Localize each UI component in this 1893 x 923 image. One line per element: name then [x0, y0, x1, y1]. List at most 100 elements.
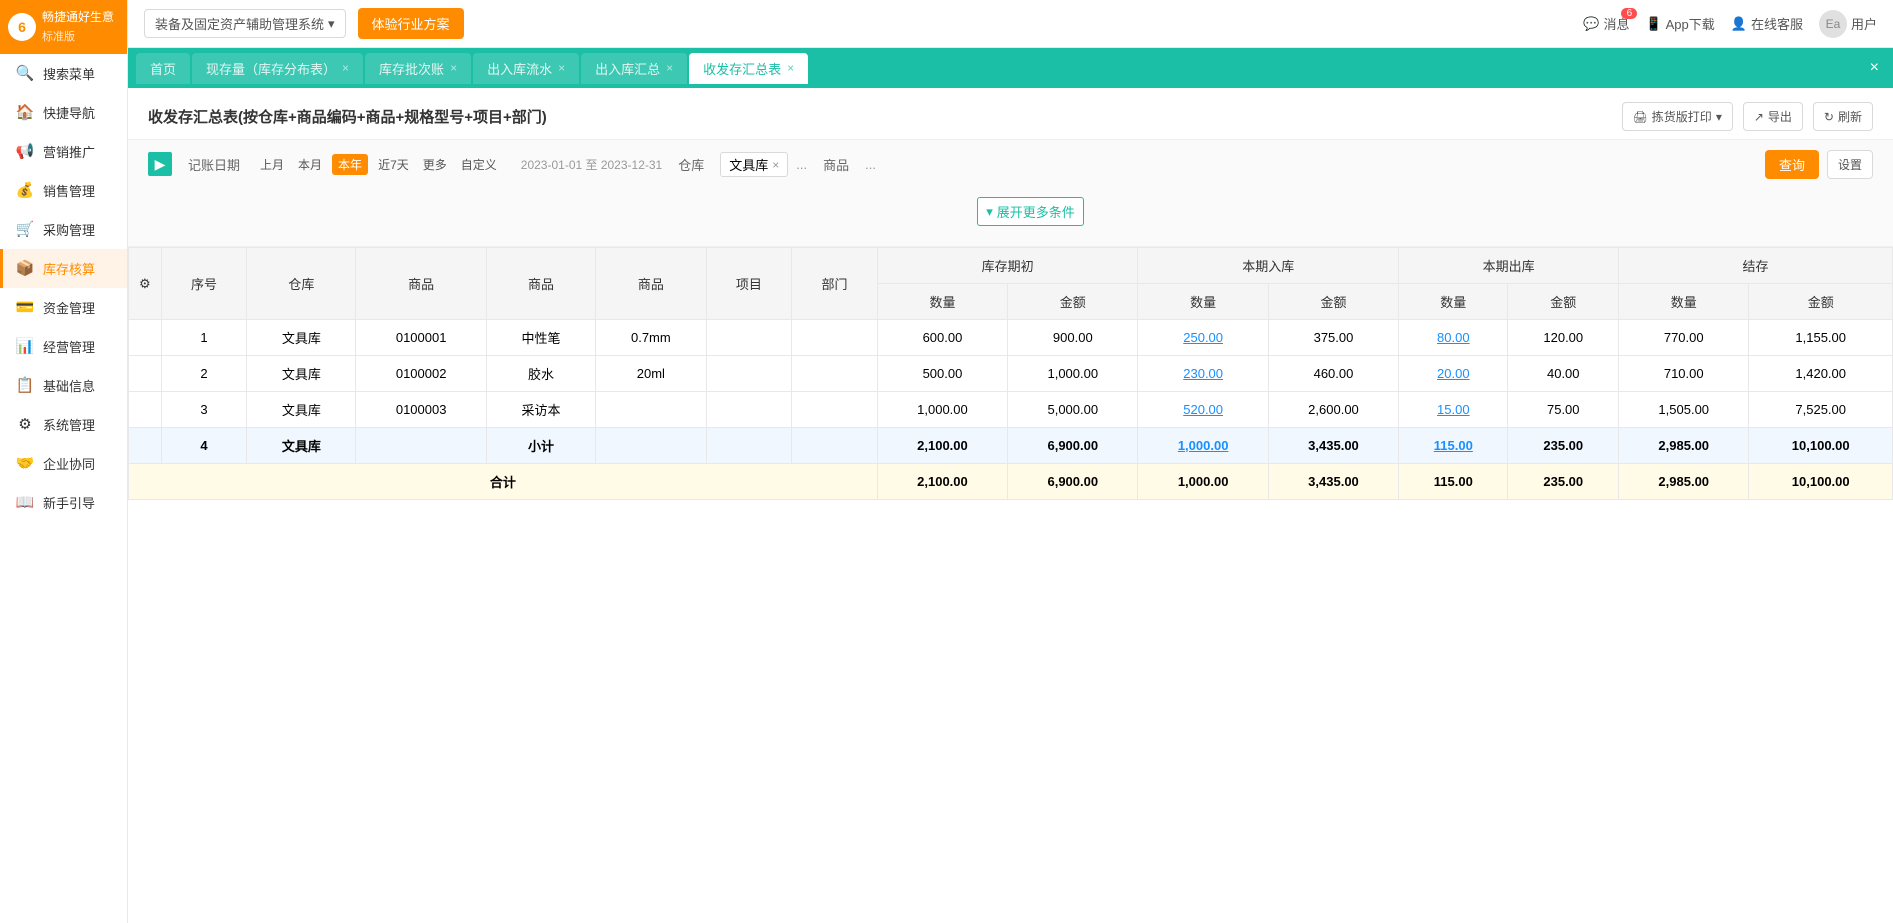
- sidebar-item-guide[interactable]: 📖新手引导: [0, 483, 127, 522]
- footer-bal-qty: 2,985.00: [1619, 464, 1749, 500]
- date-label: 记账日期: [188, 155, 240, 174]
- table-cell[interactable]: 230.00: [1138, 356, 1268, 392]
- table-cell: 3,435.00: [1268, 428, 1398, 464]
- col-out-qty-header: 数量: [1399, 284, 1508, 320]
- base-info-icon: 📋: [15, 376, 35, 394]
- warehouse-tag-close[interactable]: ×: [772, 158, 779, 172]
- tab-flow[interactable]: 出入库流水×: [473, 53, 579, 84]
- sidebar-item-quick-nav[interactable]: 🏠快捷导航: [0, 93, 127, 132]
- table-cell: [596, 392, 707, 428]
- date-range: 2023-01-01 至 2023-12-31: [521, 156, 662, 173]
- tab-close-batch-ledger[interactable]: ×: [450, 61, 457, 75]
- sidebar-item-sales[interactable]: 💰销售管理: [0, 171, 127, 210]
- filter-fields: 记账日期 上月 本月 本年 近7天 更多 自定义 2023-01-01 至 20…: [188, 150, 1873, 236]
- table-cell: 40.00: [1508, 356, 1619, 392]
- footer-out-amt: 235.00: [1508, 464, 1619, 500]
- col-settings-header[interactable]: ⚙: [129, 248, 162, 320]
- warehouse-more[interactable]: ...: [796, 157, 807, 172]
- filter-toggle-button[interactable]: ▶: [148, 152, 172, 176]
- footer-out-qty: 115.00: [1399, 464, 1508, 500]
- table-cell: 4: [161, 428, 247, 464]
- sidebar-item-purchase[interactable]: 🛒采购管理: [0, 210, 127, 249]
- table-row: 2文具库0100002胶水20ml500.001,000.00230.00460…: [129, 356, 1893, 392]
- sidebar-item-label: 销售管理: [43, 181, 95, 200]
- date-btn-this-month[interactable]: 本月: [294, 154, 326, 175]
- table-cell[interactable]: 250.00: [1138, 320, 1268, 356]
- col-out-header: 本期出库: [1399, 248, 1619, 284]
- tab-close-inventory-dist[interactable]: ×: [342, 61, 349, 75]
- sidebar-item-business[interactable]: 📊经营管理: [0, 327, 127, 366]
- topbar-right: 💬 消息 6 📱 App下载 👤 在线客服 Ea 用户: [1583, 10, 1877, 38]
- sidebar-item-search[interactable]: 🔍搜索菜单: [0, 54, 127, 93]
- table-cell: 460.00: [1268, 356, 1398, 392]
- sidebar-item-finance[interactable]: 💳资金管理: [0, 288, 127, 327]
- table-cell: 1,000.00: [877, 392, 1007, 428]
- col-bal-amt-header: 金额: [1749, 284, 1893, 320]
- col-opening-header: 库存期初: [877, 248, 1138, 284]
- system-selector[interactable]: 装备及固定资产辅助管理系统 ▾: [144, 9, 346, 38]
- footer-bal-amt: 10,100.00: [1749, 464, 1893, 500]
- table-cell: [706, 320, 792, 356]
- table-cell: [792, 356, 878, 392]
- expand-conditions-button[interactable]: ▾ 展开更多条件: [977, 197, 1084, 226]
- table-cell: 120.00: [1508, 320, 1619, 356]
- date-btn-7days[interactable]: 近7天: [374, 154, 413, 175]
- user-item[interactable]: Ea 用户: [1819, 10, 1877, 38]
- date-btn-this-year[interactable]: 本年: [332, 154, 368, 175]
- table-cell[interactable]: 520.00: [1138, 392, 1268, 428]
- sidebar-item-base-info[interactable]: 📋基础信息: [0, 366, 127, 405]
- tab-close-flow[interactable]: ×: [558, 61, 565, 75]
- tab-batch-ledger[interactable]: 库存批次账×: [365, 53, 471, 84]
- app-download-item[interactable]: 📱 App下载: [1645, 14, 1714, 33]
- sidebar-item-enterprise[interactable]: 🤝企业协同: [0, 444, 127, 483]
- tab-recv-send[interactable]: 收发存汇总表×: [689, 53, 808, 84]
- col-warehouse-header: 仓库: [247, 248, 356, 320]
- sidebar-item-label: 经营管理: [43, 337, 95, 356]
- tab-summary[interactable]: 出入库汇总×: [581, 53, 687, 84]
- messages-item[interactable]: 💬 消息 6: [1583, 14, 1629, 33]
- query-button[interactable]: 查询: [1765, 150, 1819, 179]
- goods-more[interactable]: ...: [865, 157, 876, 172]
- date-btn-custom[interactable]: 自定义: [457, 154, 501, 175]
- table-cell: 600.00: [877, 320, 1007, 356]
- table-cell[interactable]: 20.00: [1399, 356, 1508, 392]
- sidebar-item-marketing[interactable]: 📢营销推广: [0, 132, 127, 171]
- inventory-icon: 📦: [15, 259, 35, 277]
- tab-inventory-dist[interactable]: 现存量（库存分布表）×: [192, 53, 363, 84]
- table-cell: 770.00: [1619, 320, 1749, 356]
- date-btn-last-month[interactable]: 上月: [256, 154, 288, 175]
- table-cell: 500.00: [877, 356, 1007, 392]
- table-cell: 小计: [486, 428, 595, 464]
- tab-home[interactable]: 首页: [136, 53, 190, 84]
- table-cell: 中性笔: [486, 320, 595, 356]
- table-cell: 2,100.00: [877, 428, 1007, 464]
- table-cell[interactable]: 115.00: [1399, 428, 1508, 464]
- tab-close-summary[interactable]: ×: [666, 61, 673, 75]
- table-cell: [129, 320, 162, 356]
- col-open-amt-header: 金额: [1008, 284, 1138, 320]
- table-cell: 20ml: [596, 356, 707, 392]
- refresh-button[interactable]: ↻ 刷新: [1813, 102, 1873, 131]
- chevron-down-icon: ▾: [1716, 110, 1722, 124]
- table-cell: 10,100.00: [1749, 428, 1893, 464]
- table-cell[interactable]: 80.00: [1399, 320, 1508, 356]
- date-btn-more[interactable]: 更多: [419, 154, 451, 175]
- print-button[interactable]: 🖨 拣货版打印 ▾: [1622, 102, 1733, 131]
- table-cell[interactable]: 15.00: [1399, 392, 1508, 428]
- table-cell: [129, 428, 162, 464]
- tabbar-close-all[interactable]: ×: [1864, 59, 1885, 77]
- table-cell[interactable]: 1,000.00: [1138, 428, 1268, 464]
- tab-close-recv-send[interactable]: ×: [787, 61, 794, 75]
- experience-button[interactable]: 体验行业方案: [358, 8, 464, 39]
- settings-button[interactable]: 设置: [1827, 150, 1873, 179]
- enterprise-icon: 🤝: [15, 454, 35, 472]
- sidebar-item-system[interactable]: ⚙系统管理: [0, 405, 127, 444]
- table-cell: 文具库: [247, 392, 356, 428]
- export-button[interactable]: ↗ 导出: [1743, 102, 1803, 131]
- sidebar-item-inventory[interactable]: 📦库存核算: [0, 249, 127, 288]
- table-cell: 2,600.00: [1268, 392, 1398, 428]
- online-service-item[interactable]: 👤 在线客服: [1731, 14, 1803, 33]
- avatar: Ea: [1819, 10, 1847, 38]
- chevron-down-icon: ▾: [986, 204, 993, 220]
- sidebar-app-info: 畅捷通好生意 标准版: [42, 10, 114, 44]
